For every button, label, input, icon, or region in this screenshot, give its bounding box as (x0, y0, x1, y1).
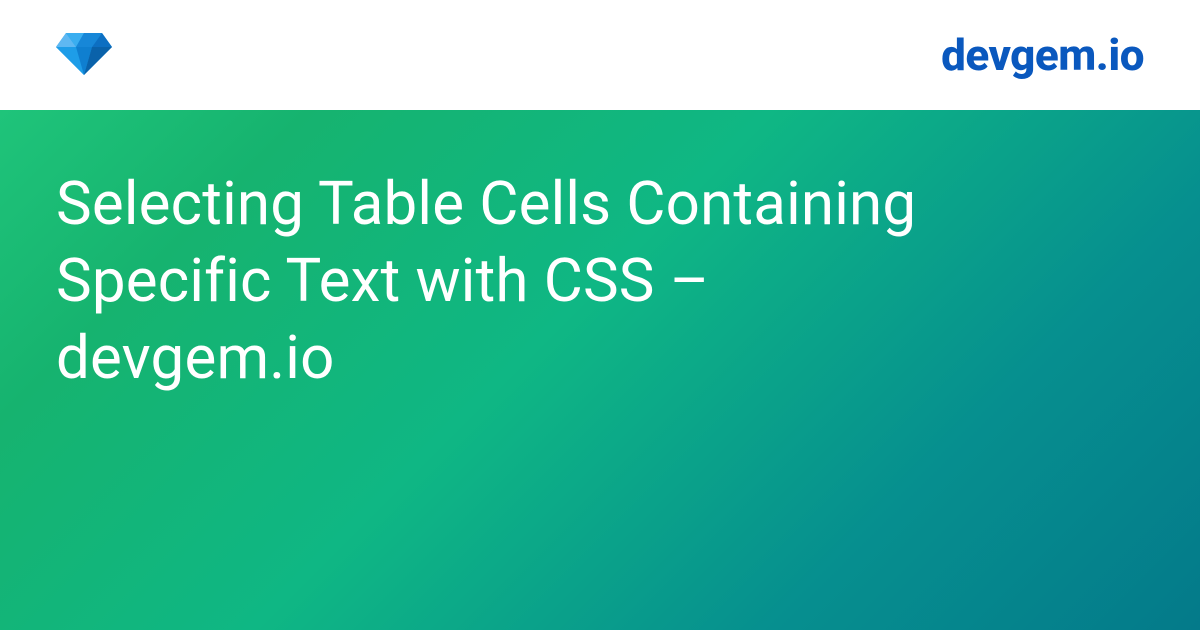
logo (56, 29, 112, 81)
brand-text: devgem.io (941, 29, 1144, 81)
hero-panel: Selecting Table Cells Containing Specifi… (0, 110, 1200, 630)
og-card: devgem.io Selecting Table Cells Containi… (0, 0, 1200, 630)
page-title: Selecting Table Cells Containing Specifi… (56, 166, 956, 396)
gem-icon (56, 29, 112, 81)
header-bar: devgem.io (0, 0, 1200, 110)
